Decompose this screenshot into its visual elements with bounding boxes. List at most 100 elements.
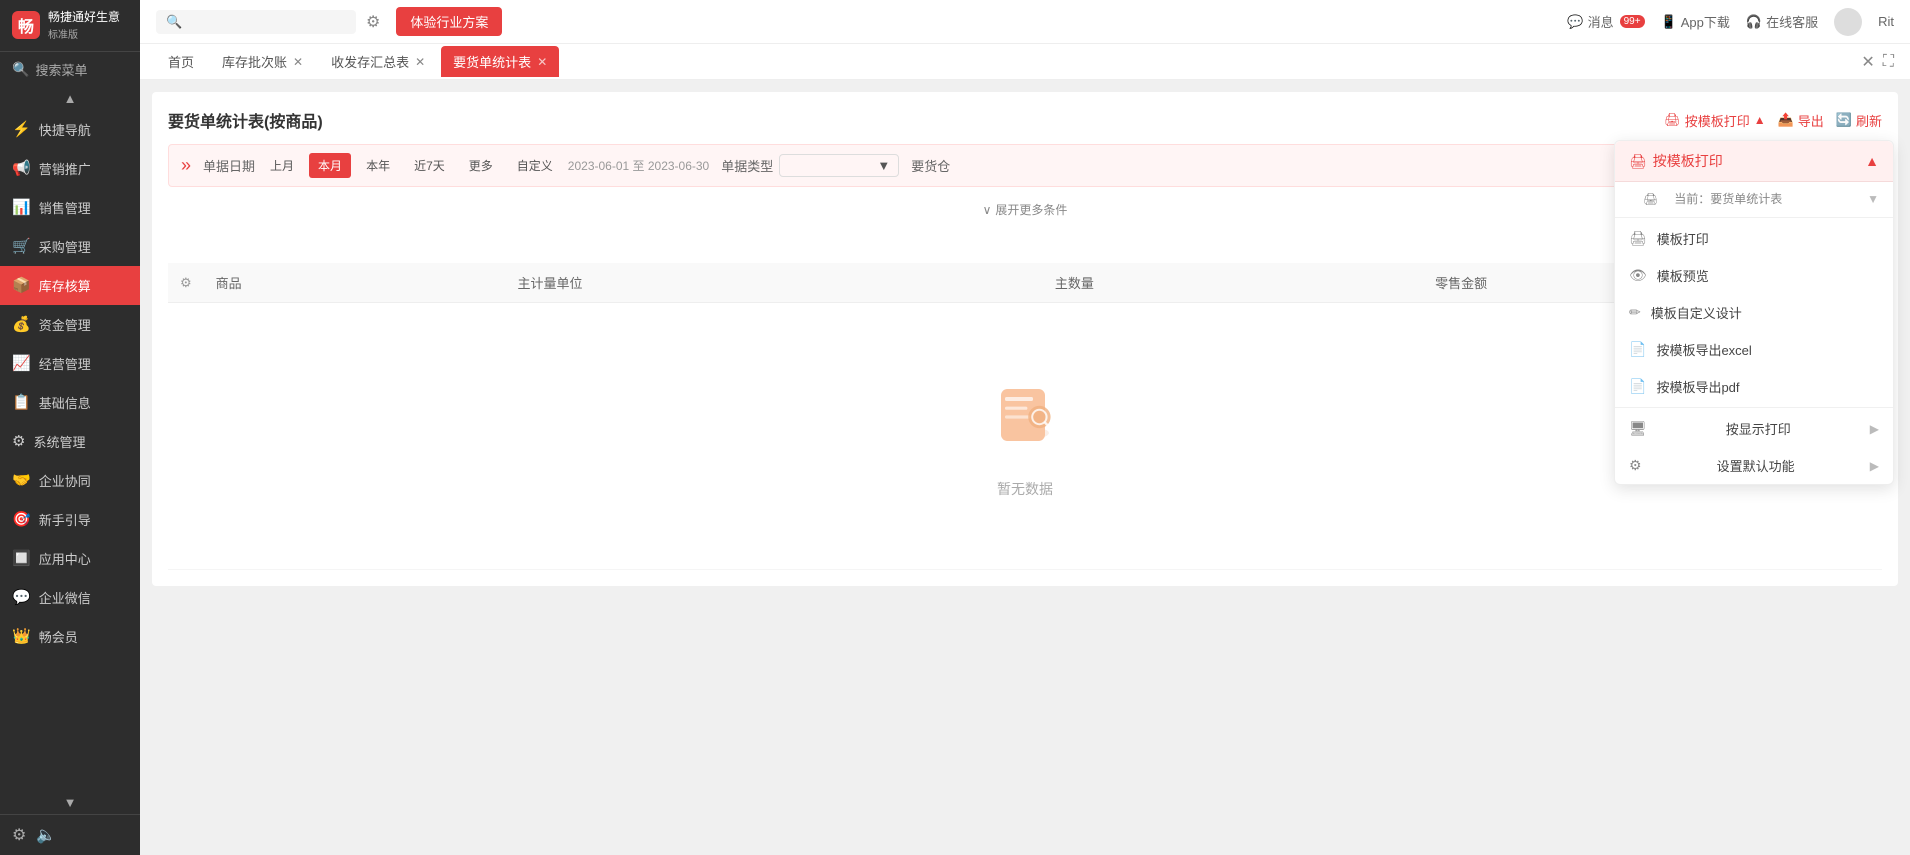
tab-receipt-summary[interactable]: 收发存汇总表 ✕ (319, 46, 437, 77)
experience-button[interactable]: 体验行业方案 (396, 7, 502, 36)
tab-home-label: 首页 (168, 52, 194, 71)
topbar-search[interactable]: 🔍 (156, 10, 356, 34)
tab-maximize-button[interactable]: ⛶ (1883, 53, 1894, 71)
export-label: 导出 (1798, 111, 1824, 130)
table-gear-icon[interactable]: ⚙ (180, 275, 192, 290)
settings-footer-icon[interactable]: ⚙ (12, 825, 26, 845)
date-btn-7days[interactable]: 近7天 (405, 153, 454, 178)
sidebar-item-marketing[interactable]: 📢 营销推广 (0, 149, 140, 188)
tab-inventory-batch[interactable]: 库存批次账 ✕ (210, 46, 315, 77)
app-download-item[interactable]: 📱 App下载 (1661, 12, 1730, 31)
collab-icon: 🤝 (12, 471, 31, 489)
sidebar-item-inventory[interactable]: 📦 库存核算 (0, 266, 140, 305)
sales-icon: 📊 (12, 198, 31, 216)
type-select-arrow: ▼ (877, 158, 890, 173)
template-preview-icon: 👁 (1629, 267, 1647, 284)
col-quantity: 主数量 (1043, 263, 1423, 303)
dropdown-template-print[interactable]: 🖨 模板打印 (1615, 220, 1893, 257)
tab-home[interactable]: 首页 (156, 46, 206, 77)
dropdown-default-settings[interactable]: ⚙ 设置默认功能 ▶ (1615, 447, 1893, 484)
system-icon: ⚙ (12, 432, 25, 450)
table-settings-header: ⚙ (168, 263, 204, 303)
online-service-item[interactable]: 🎧 在线客服 (1746, 12, 1818, 31)
search-icon: 🔍 (12, 61, 29, 78)
dropdown-template-custom[interactable]: ✏ 模板自定义设计 (1615, 294, 1893, 331)
sidebar-item-label: 库存核算 (39, 276, 91, 295)
tab-order-stats-label: 要货单统计表 (453, 52, 531, 71)
sidebar-item-basic[interactable]: 📋 基础信息 (0, 383, 140, 422)
sidebar-item-quick-nav[interactable]: ⚡ 快捷导航 (0, 110, 140, 149)
service-label: 在线客服 (1766, 12, 1818, 31)
display-print-icon: 🖥 (1629, 420, 1647, 437)
type-select[interactable]: ▼ (779, 154, 899, 177)
sidebar-scroll-down[interactable]: ▼ (0, 791, 140, 814)
refresh-btn[interactable]: 🔄 刷新 (1836, 111, 1882, 130)
tab-order-stats[interactable]: 要货单统计表 ✕ (441, 46, 559, 77)
page-title: 要货单统计表(按商品) (168, 108, 323, 132)
notification-label: 消息 (1588, 12, 1614, 31)
sidebar-search[interactable]: 🔍 搜索菜单 (0, 52, 140, 87)
sidebar-item-collab[interactable]: 🤝 企业协同 (0, 461, 140, 500)
dropdown-header-left: 🖨 按模板打印 (1629, 151, 1723, 171)
export-btn[interactable]: 📤 导出 (1778, 111, 1824, 130)
notification-item[interactable]: 💬 消息 99+ (1567, 12, 1644, 31)
dropdown-header: 🖨 按模板打印 ▲ (1615, 141, 1893, 182)
guide-icon: 🎯 (12, 510, 31, 528)
empty-icon (985, 373, 1065, 467)
default-settings-label: 设置默认功能 (1717, 456, 1795, 475)
page-header: 要货单统计表(按商品) 🖨 按模板打印 ▲ 📤 导出 🔄 刷新 (168, 108, 1882, 132)
user-avatar[interactable] (1834, 8, 1862, 36)
sidebar-item-wechat[interactable]: 💬 企业微信 (0, 578, 140, 617)
display-print-label: 按显示打印 (1726, 419, 1791, 438)
dropdown-print-icon: 🖨 (1629, 153, 1647, 170)
default-settings-arrow: ▶ (1870, 459, 1879, 473)
dropdown-template-preview[interactable]: 👁 模板预览 (1615, 257, 1893, 294)
sidebar-item-label: 基础信息 (39, 393, 91, 412)
date-btn-this-month[interactable]: 本月 (309, 153, 351, 178)
sidebar-item-purchase[interactable]: 🛒 采购管理 (0, 227, 140, 266)
refresh-icon: 🔄 (1836, 112, 1852, 128)
page-actions: 🖨 按模板打印 ▲ 📤 导出 🔄 刷新 (1664, 111, 1882, 130)
dropdown-export-excel[interactable]: 📄 按模板导出excel (1615, 331, 1893, 368)
dropdown-collapse-icon[interactable]: ▲ (1865, 153, 1879, 169)
date-btn-last-month[interactable]: 上月 (261, 153, 303, 178)
date-btn-more[interactable]: 更多 (460, 153, 502, 178)
filter-toggle-icon[interactable]: » (181, 155, 191, 176)
topbar-search-icon: 🔍 (166, 14, 182, 30)
sidebar-item-member[interactable]: 👑 畅会员 (0, 617, 140, 656)
app-download-label: App下载 (1681, 12, 1730, 31)
app-download-icon: 📱 (1661, 14, 1677, 30)
print-template-btn[interactable]: 🖨 按模板打印 ▲ (1664, 111, 1765, 130)
date-filter-group: 单据日期 上月 本月 本年 近7天 更多 自定义 2023-06-01 至 20… (203, 153, 709, 178)
export-pdf-icon: 📄 (1629, 378, 1646, 395)
sidebar-scroll-up[interactable]: ▲ (0, 87, 140, 110)
date-btn-this-year[interactable]: 本年 (357, 153, 399, 178)
expand-icon: ∨ (983, 203, 992, 217)
sidebar-item-sales[interactable]: 📊 销售管理 (0, 188, 140, 227)
col-unit: 主计量单位 (506, 263, 1043, 303)
sidebar-item-operation[interactable]: 📈 经营管理 (0, 344, 140, 383)
sidebar-item-apps[interactable]: 🔲 应用中心 (0, 539, 140, 578)
cargo-filter-group: 要货仓 (911, 156, 950, 175)
dropdown-current-item[interactable]: 🖨 当前：要货单统计表 ▼ (1615, 182, 1893, 215)
sidebar-item-guide[interactable]: 🎯 新手引导 (0, 500, 140, 539)
sidebar-item-finance[interactable]: 💰 资金管理 (0, 305, 140, 344)
tab-close-button[interactable]: ✕ (1861, 52, 1874, 72)
sidebar-item-system[interactable]: ⚙ 系统管理 (0, 422, 140, 461)
dropdown-title: 按模板打印 (1653, 151, 1723, 171)
sidebar-item-label: 企业协同 (39, 471, 91, 490)
main-content: 🔍 ⚙ 体验行业方案 💬 消息 99+ 📱 App下载 🎧 在线客服 Rit (140, 0, 1910, 855)
tab-order-stats-close[interactable]: ✕ (537, 55, 547, 69)
sound-footer-icon[interactable]: 🔈 (36, 825, 56, 845)
username-label: Rit (1878, 14, 1894, 29)
topbar-gear-icon[interactable]: ⚙ (366, 12, 380, 32)
tab-inventory-batch-close[interactable]: ✕ (293, 55, 303, 69)
dropdown-display-print[interactable]: 🖥 按显示打印 ▶ (1615, 410, 1893, 447)
col-product: 商品 (204, 263, 506, 303)
expand-label: 展开更多条件 (995, 201, 1067, 218)
dropdown-export-pdf[interactable]: 📄 按模板导出pdf (1615, 368, 1893, 405)
finance-icon: 💰 (12, 315, 31, 333)
date-btn-custom[interactable]: 自定义 (508, 153, 562, 178)
wechat-icon: 💬 (12, 588, 31, 606)
tab-receipt-summary-close[interactable]: ✕ (415, 55, 425, 69)
